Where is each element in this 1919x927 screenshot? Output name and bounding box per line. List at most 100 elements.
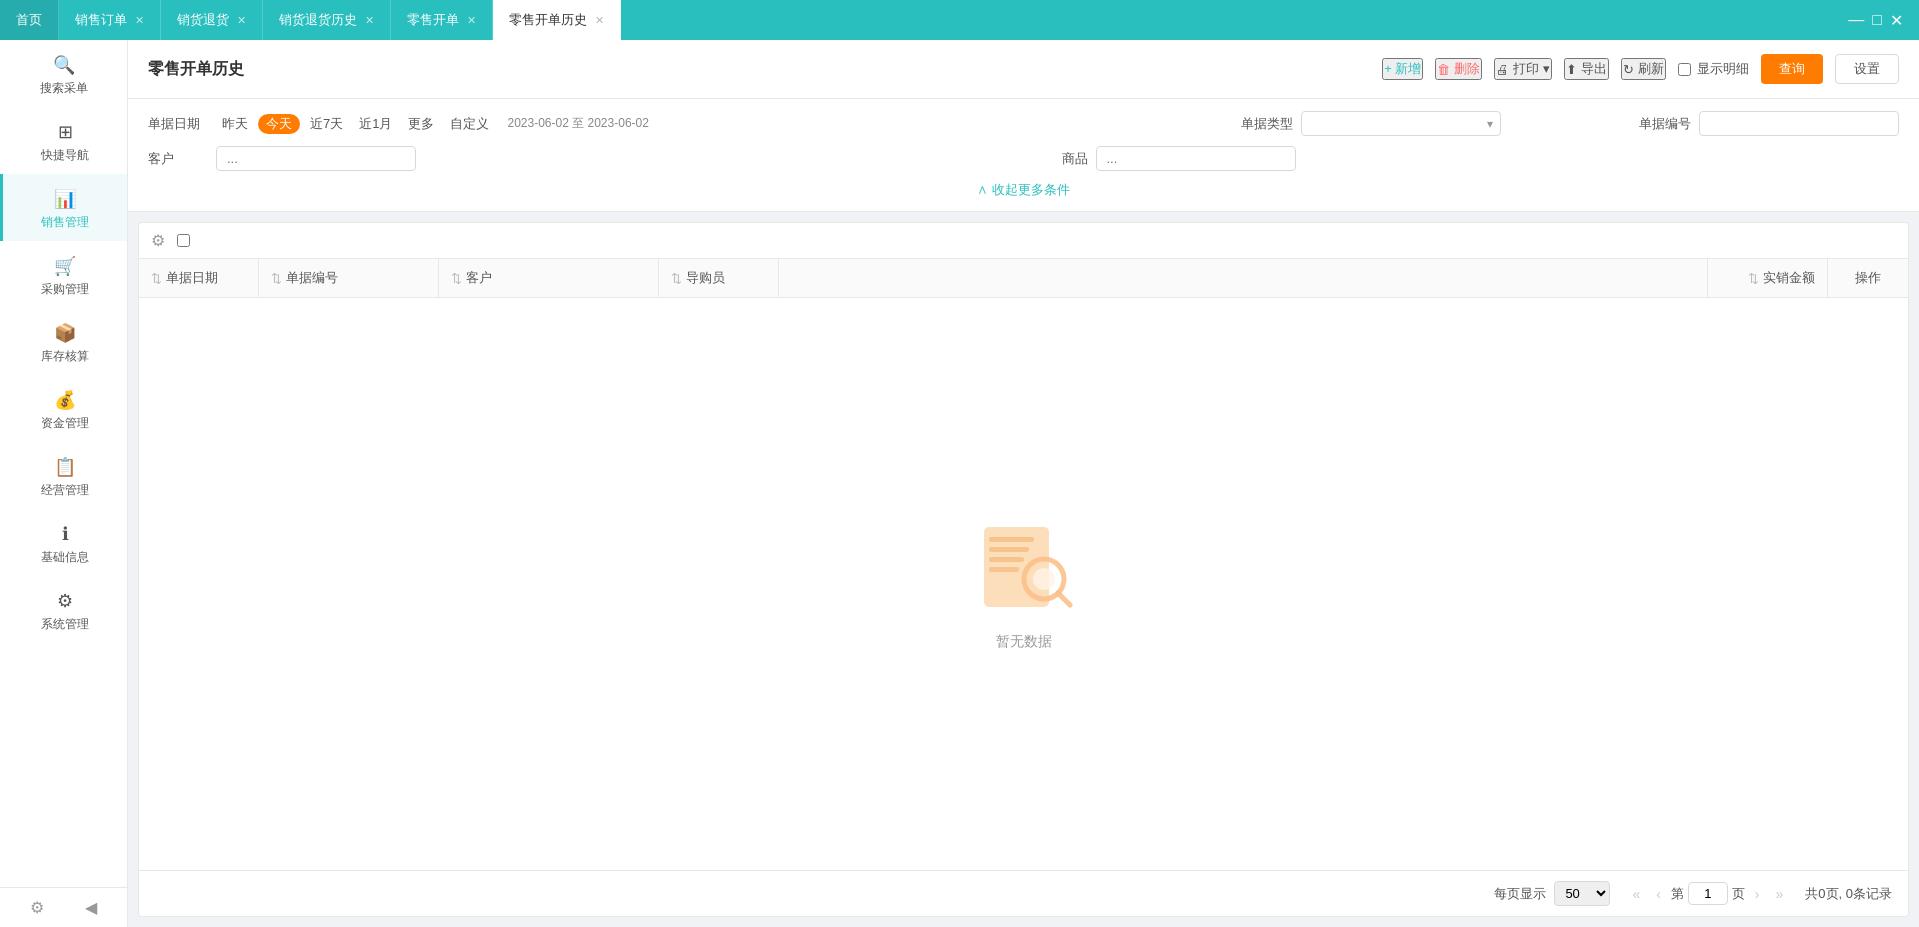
export-label: 导出 (1581, 60, 1607, 78)
sidebar-item-quick-nav[interactable]: ⊞ 快捷导航 (0, 107, 127, 174)
th-amount[interactable]: ⇅ 实销金额 (1708, 259, 1828, 297)
refresh-button[interactable]: ↻ 刷新 (1621, 58, 1666, 80)
current-page-input[interactable] (1688, 882, 1728, 905)
settings-btn[interactable]: ⚙ (30, 898, 44, 917)
tab-sales-order-label: 销售订单 (75, 11, 127, 29)
top-bar: 首页 销售订单 ✕ 销货退货 ✕ 销货退货历史 ✕ 零售开单 ✕ 零售开单历史 … (0, 0, 1919, 40)
purchase-mgmt-icon: 🛒 (54, 255, 76, 277)
type-filter-label: 单据类型 (1233, 115, 1293, 133)
date-opt-more[interactable]: 更多 (402, 113, 440, 135)
tab-retail-open-history[interactable]: 零售开单历史 ✕ (493, 0, 621, 40)
page-size-select[interactable]: 10 20 50 100 (1554, 881, 1610, 906)
collapse-more-btn[interactable]: ∧ 收起更多条件 (148, 181, 1899, 199)
goods-filter-label: 商品 (1028, 150, 1088, 168)
page-total: 共0页, 0条记录 (1805, 885, 1892, 903)
sidebar-item-purchase-mgmt-label: 采购管理 (41, 281, 89, 298)
print-icon: 🖨 (1496, 62, 1509, 77)
date-opt-today[interactable]: 今天 (258, 114, 300, 134)
sidebar-bottom: ⚙ ◀ (0, 887, 127, 927)
inventory-icon: 📦 (54, 322, 76, 344)
date-opt-custom[interactable]: 自定义 (444, 113, 495, 135)
customer-filter-input[interactable] (216, 146, 416, 171)
tab-home-label: 首页 (16, 11, 42, 29)
page-word: 第 (1671, 885, 1684, 903)
th-guide[interactable]: ⇅ 导购员 (659, 259, 779, 297)
setting-button[interactable]: 设置 (1835, 54, 1899, 84)
sort-guide-icon: ⇅ (671, 271, 682, 286)
th-op: 操作 (1828, 259, 1908, 297)
sidebar-item-purchase-mgmt[interactable]: 🛒 采购管理 (0, 241, 127, 308)
tab-home[interactable]: 首页 (0, 0, 59, 40)
select-all-checkbox[interactable] (177, 234, 190, 247)
th-amount-label: 实销金额 (1763, 269, 1815, 287)
close-tab-retail-open-history[interactable]: ✕ (595, 14, 604, 27)
sidebar-item-operation[interactable]: 📋 经营管理 (0, 442, 127, 509)
type-select-wrapper (1301, 111, 1501, 136)
refresh-label: 刷新 (1638, 60, 1664, 78)
th-op-label: 操作 (1855, 269, 1881, 287)
query-button[interactable]: 查询 (1761, 54, 1823, 84)
sidebar-item-basic-info[interactable]: ℹ 基础信息 (0, 509, 127, 576)
th-guide-label: 导购员 (686, 269, 725, 287)
tab-retail-open[interactable]: 零售开单 ✕ (391, 0, 493, 40)
content-area: 零售开单历史 + 新增 🗑 删除 🖨 打印 ▾ ⬆ 导出 ↻ 刷新 (128, 40, 1919, 927)
sidebar-item-finance[interactable]: 💰 资金管理 (0, 375, 127, 442)
window-max-btn[interactable]: □ (1872, 11, 1882, 29)
sidebar-item-sys-mgmt[interactable]: ⚙ 系统管理 (0, 576, 127, 643)
prev-page-btn[interactable]: ‹ (1650, 884, 1667, 904)
filter-row-1: 单据日期 昨天 今天 近7天 近1月 更多 自定义 2023-06-02 至 2… (148, 111, 1899, 136)
tab-sales-order[interactable]: 销售订单 ✕ (59, 0, 161, 40)
th-date-label: 单据日期 (166, 269, 218, 287)
th-flex (779, 259, 1708, 297)
sort-num-icon: ⇅ (271, 271, 282, 286)
close-tab-sales-return-history[interactable]: ✕ (365, 14, 374, 27)
refresh-icon: ↻ (1623, 62, 1634, 77)
th-customer[interactable]: ⇅ 客户 (439, 259, 659, 297)
date-options: 昨天 今天 近7天 近1月 更多 自定义 2023-06-02 至 2023-0… (216, 113, 649, 135)
tab-sales-return[interactable]: 销货退货 ✕ (161, 0, 263, 40)
date-opt-last7[interactable]: 近7天 (304, 113, 349, 135)
first-page-btn[interactable]: « (1626, 884, 1646, 904)
th-date[interactable]: ⇅ 单据日期 (139, 259, 259, 297)
last-page-btn[interactable]: » (1770, 884, 1790, 904)
window-close-btn[interactable]: ✕ (1890, 11, 1903, 30)
print-label: 打印 ▾ (1513, 60, 1550, 78)
num-filter-input[interactable] (1699, 111, 1899, 136)
close-tab-sales-return[interactable]: ✕ (237, 14, 246, 27)
goods-filter-input[interactable] (1096, 146, 1296, 171)
sidebar-item-inventory[interactable]: 📦 库存核算 (0, 308, 127, 375)
tab-retail-open-history-label: 零售开单历史 (509, 11, 587, 29)
th-num[interactable]: ⇅ 单据编号 (259, 259, 439, 297)
table-settings-icon[interactable]: ⚙ (151, 231, 165, 250)
svg-rect-2 (989, 547, 1029, 552)
print-button[interactable]: 🖨 打印 ▾ (1494, 58, 1552, 80)
sort-customer-icon: ⇅ (451, 271, 462, 286)
sidebar-item-quick-nav-label: 快捷导航 (41, 147, 89, 164)
sidebar-item-sales-mgmt[interactable]: 📊 销售管理 (0, 174, 127, 241)
next-page-btn[interactable]: › (1749, 884, 1766, 904)
display-detail-toggle[interactable]: 显示明细 (1678, 60, 1749, 78)
table-toolbar: ⚙ (139, 223, 1908, 259)
empty-icon (964, 517, 1084, 617)
display-detail-checkbox[interactable] (1678, 63, 1691, 76)
page-header: 零售开单历史 + 新增 🗑 删除 🖨 打印 ▾ ⬆ 导出 ↻ 刷新 (128, 40, 1919, 99)
operation-icon: 📋 (54, 456, 76, 478)
delete-button[interactable]: 🗑 删除 (1435, 58, 1482, 80)
svg-rect-3 (989, 557, 1024, 562)
svg-rect-1 (989, 537, 1034, 542)
export-button[interactable]: ⬆ 导出 (1564, 58, 1609, 80)
type-filter-select[interactable] (1301, 111, 1501, 136)
collapse-sidebar-btn[interactable]: ◀ (85, 898, 97, 917)
close-tab-retail-open[interactable]: ✕ (467, 14, 476, 27)
window-min-btn[interactable]: — (1848, 11, 1864, 29)
filter-bar: 单据日期 昨天 今天 近7天 近1月 更多 自定义 2023-06-02 至 2… (128, 99, 1919, 212)
sidebar-search[interactable]: 🔍 搜索采单 (0, 40, 127, 107)
date-opt-yesterday[interactable]: 昨天 (216, 113, 254, 135)
date-opt-last-month[interactable]: 近1月 (353, 113, 398, 135)
tab-sales-return-label: 销货退货 (177, 11, 229, 29)
basic-info-icon: ℹ (62, 523, 69, 545)
close-tab-sales-order[interactable]: ✕ (135, 14, 144, 27)
add-button[interactable]: + 新增 (1382, 58, 1423, 80)
empty-text: 暂无数据 (996, 633, 1052, 651)
tab-sales-return-history[interactable]: 销货退货历史 ✕ (263, 0, 391, 40)
